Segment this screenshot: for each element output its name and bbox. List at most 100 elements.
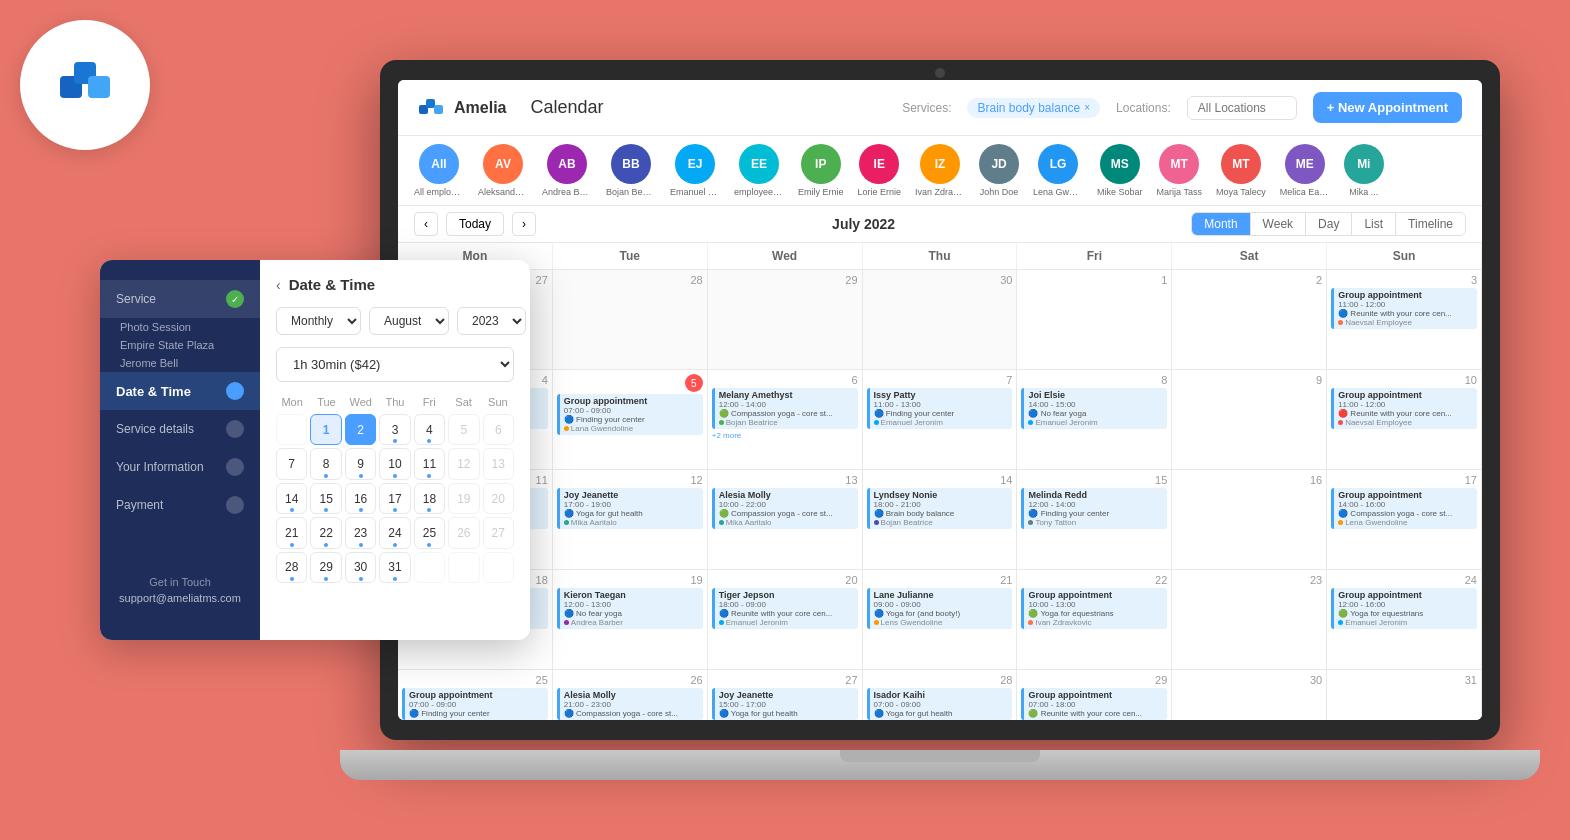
month-select[interactable]: August <box>369 307 449 335</box>
day-14[interactable]: 14 Lyndsey Nonie 18:00 - 21:00 🔵 Brain b… <box>863 470 1018 570</box>
day-28[interactable]: 28 Isador Kaihi 07:00 - 09:00 🔵 Yoga for… <box>863 670 1018 720</box>
mini-cell-8[interactable]: 8 <box>310 448 341 479</box>
mini-cell-31[interactable]: 31 <box>379 552 410 583</box>
day-15[interactable]: 15 Melinda Redd 12:00 - 14:00 🔵 Finding … <box>1017 470 1172 570</box>
mini-cell-10[interactable]: 10 <box>379 448 410 479</box>
day-24[interactable]: 24 Group appointment 12:00 - 16:00 🟢 Yog… <box>1327 570 1482 670</box>
avatar-item-ip[interactable]: IP Emily Ernie <box>798 144 844 197</box>
event-group-24[interactable]: Group appointment 12:00 - 16:00 🟢 Yoga f… <box>1331 588 1477 629</box>
avatar-item-av[interactable]: AV Aleksandar ... <box>478 144 528 197</box>
day-5[interactable]: 5 Group appointment 07:00 - 09:00 🔵 Find… <box>553 370 708 470</box>
tab-week[interactable]: Week <box>1251 213 1306 235</box>
mini-cell-15[interactable]: 15 <box>310 483 341 514</box>
day-19[interactable]: 19 Kieron Taegan 12:00 - 13:00 🔵 No fear… <box>553 570 708 670</box>
event-alesia-26[interactable]: Alesia Molly 21:00 - 23:00 🔵 Compassion … <box>557 688 703 720</box>
avatar-item-mt[interactable]: MT Marija Tass <box>1157 144 1202 197</box>
day-21[interactable]: 21 Lane Julianne 09:00 - 09:00 🔵 Yoga fo… <box>863 570 1018 670</box>
avatar-item-all[interactable]: All All employees <box>414 144 464 197</box>
year-select[interactable]: 2023 <box>457 307 526 335</box>
day-25[interactable]: 25 Group appointment 07:00 - 09:00 🔵 Fin… <box>398 670 553 720</box>
day-3[interactable]: 3 Group appointment 11:00 - 12:00 🔵 Reun… <box>1327 270 1482 370</box>
event-lyndsey[interactable]: Lyndsey Nonie 18:00 - 21:00 🔵 Brain body… <box>867 488 1013 529</box>
day-2[interactable]: 2 <box>1172 270 1327 370</box>
day-8[interactable]: 8 Joi Elsie 14:00 - 15:00 🔵 No fear yoga… <box>1017 370 1172 470</box>
day-29[interactable]: 29 Group appointment 07:00 - 18:00 🟢 Reu… <box>1017 670 1172 720</box>
mini-cell-4[interactable]: 4 <box>414 414 445 445</box>
day-9[interactable]: 9 <box>1172 370 1327 470</box>
mini-cell-17[interactable]: 17 <box>379 483 410 514</box>
event-issy[interactable]: Issy Patty 11:00 - 13:00 🔵 Finding your … <box>867 388 1013 429</box>
event-melinda[interactable]: Melinda Redd 12:00 - 14:00 🔵 Finding you… <box>1021 488 1167 529</box>
day-26[interactable]: 26 Alesia Molly 21:00 - 23:00 🔵 Compassi… <box>553 670 708 720</box>
day-22[interactable]: 22 Group appointment 10:00 - 13:00 🟢 Yog… <box>1017 570 1172 670</box>
mini-cell-11[interactable]: 11 <box>414 448 445 479</box>
day-13[interactable]: 13 Alesia Molly 10:00 - 22:00 🟢 Compassi… <box>708 470 863 570</box>
day-30[interactable]: 30 <box>1172 670 1327 720</box>
day-20[interactable]: 20 Tiger Jepson 18:00 - 09:00 🔵 Reunite … <box>708 570 863 670</box>
more-link-6[interactable]: +2 more <box>712 431 858 440</box>
mini-cell-30[interactable]: 30 <box>345 552 376 583</box>
tab-month[interactable]: Month <box>1192 213 1250 235</box>
sidebar-your-information[interactable]: Your Information <box>100 448 260 486</box>
mini-cell-18[interactable]: 18 <box>414 483 445 514</box>
event-joy-27[interactable]: Joy Jeanette 15:00 - 17:00 🔵 Yoga for gu… <box>712 688 858 720</box>
day-16[interactable]: 16 <box>1172 470 1327 570</box>
avatar-item-mt2[interactable]: MT Moya Talecy <box>1216 144 1266 197</box>
today-button[interactable]: Today <box>446 212 504 236</box>
sidebar-service[interactable]: Service ✓ <box>100 280 260 318</box>
mini-cell-3[interactable]: 3 <box>379 414 410 445</box>
avatar-item-iz[interactable]: IZ Ivan Zdravk... <box>915 144 965 197</box>
duration-select[interactable]: 1h 30min ($42) <box>276 347 514 382</box>
mini-cell-28[interactable]: 28 <box>276 552 307 583</box>
mini-cell-25[interactable]: 25 <box>414 517 445 548</box>
back-arrow[interactable]: ‹ <box>276 277 281 293</box>
tab-day[interactable]: Day <box>1306 213 1352 235</box>
event-alesia-13[interactable]: Alesia Molly 10:00 - 22:00 🟢 Compassion … <box>712 488 858 529</box>
event-joi[interactable]: Joi Elsie 14:00 - 15:00 🔵 No fear yoga E… <box>1021 388 1167 429</box>
new-appointment-button[interactable]: + New Appointment <box>1313 92 1462 123</box>
avatar-item-lg[interactable]: LG Lena Gwen... <box>1033 144 1083 197</box>
tab-timeline[interactable]: Timeline <box>1396 213 1465 235</box>
sidebar-datetime[interactable]: Date & Time <box>100 372 260 410</box>
mini-cell-2[interactable]: 2 <box>345 414 376 445</box>
avatar-item-ee[interactable]: EE employee e... <box>734 144 784 197</box>
event-group-22[interactable]: Group appointment 10:00 - 13:00 🟢 Yoga f… <box>1021 588 1167 629</box>
day-12[interactable]: 12 Joy Jeanette 17:00 - 19:00 🔵 Yoga for… <box>553 470 708 570</box>
mini-cell-22[interactable]: 22 <box>310 517 341 548</box>
day-6[interactable]: 6 Melany Amethyst 12:00 - 14:00 🟢 Compas… <box>708 370 863 470</box>
event-joy[interactable]: Joy Jeanette 17:00 - 19:00 🔵 Yoga for gu… <box>557 488 703 529</box>
tab-list[interactable]: List <box>1352 213 1396 235</box>
event-group-17[interactable]: Group appointment 14:00 - 16:00 🔵 Compas… <box>1331 488 1477 529</box>
event-tiger[interactable]: Tiger Jepson 18:00 - 09:00 🔵 Reunite wit… <box>712 588 858 629</box>
event-lane[interactable]: Lane Julianne 09:00 - 09:00 🔵 Yoga for (… <box>867 588 1013 629</box>
mini-cell-14[interactable]: 14 <box>276 483 307 514</box>
day-10[interactable]: 10 Group appointment 11:00 - 12:00 🔴 Reu… <box>1327 370 1482 470</box>
sidebar-payment[interactable]: Payment <box>100 486 260 524</box>
event-kieron[interactable]: Kieron Taegan 12:00 - 13:00 🔵 No fear yo… <box>557 588 703 629</box>
avatar-item-me[interactable]: ME Melica Eagle <box>1280 144 1330 197</box>
mini-cell-24[interactable]: 24 <box>379 517 410 548</box>
mini-cell-16[interactable]: 16 <box>345 483 376 514</box>
avatar-item-ms[interactable]: MS Mike Sobar <box>1097 144 1143 197</box>
prev-month-button[interactable]: ‹ <box>414 212 438 236</box>
day-17[interactable]: 17 Group appointment 14:00 - 16:00 🔵 Com… <box>1327 470 1482 570</box>
day-28-prev[interactable]: 28 <box>553 270 708 370</box>
mini-cell-1[interactable]: 1 <box>310 414 341 445</box>
event-group-3[interactable]: Group appointment 11:00 - 12:00 🔵 Reunit… <box>1331 288 1477 329</box>
day-7[interactable]: 7 Issy Patty 11:00 - 13:00 🔵 Finding you… <box>863 370 1018 470</box>
event-melany[interactable]: Melany Amethyst 12:00 - 14:00 🟢 Compassi… <box>712 388 858 429</box>
mini-cell-9[interactable]: 9 <box>345 448 376 479</box>
avatar-item-bb[interactable]: BB Bojan Beatrice <box>606 144 656 197</box>
frequency-select[interactable]: Monthly <box>276 307 361 335</box>
service-tag[interactable]: Brain body balance × <box>967 98 1100 118</box>
event-group-29[interactable]: Group appointment 07:00 - 18:00 🟢 Reunit… <box>1021 688 1167 720</box>
event-group-10[interactable]: Group appointment 11:00 - 12:00 🔴 Reunit… <box>1331 388 1477 429</box>
avatar-item-ab[interactable]: AB Andrea Barber <box>542 144 592 197</box>
mini-cell-23[interactable]: 23 <box>345 517 376 548</box>
next-month-button[interactable]: › <box>512 212 536 236</box>
avatar-item-ie[interactable]: IE Lorie Ernie <box>858 144 902 197</box>
day-27[interactable]: 27 Joy Jeanette 15:00 - 17:00 🔵 Yoga for… <box>708 670 863 720</box>
avatar-item-ej[interactable]: EJ Emanuel Jer... <box>670 144 720 197</box>
day-23[interactable]: 23 <box>1172 570 1327 670</box>
locations-input[interactable] <box>1187 96 1297 120</box>
